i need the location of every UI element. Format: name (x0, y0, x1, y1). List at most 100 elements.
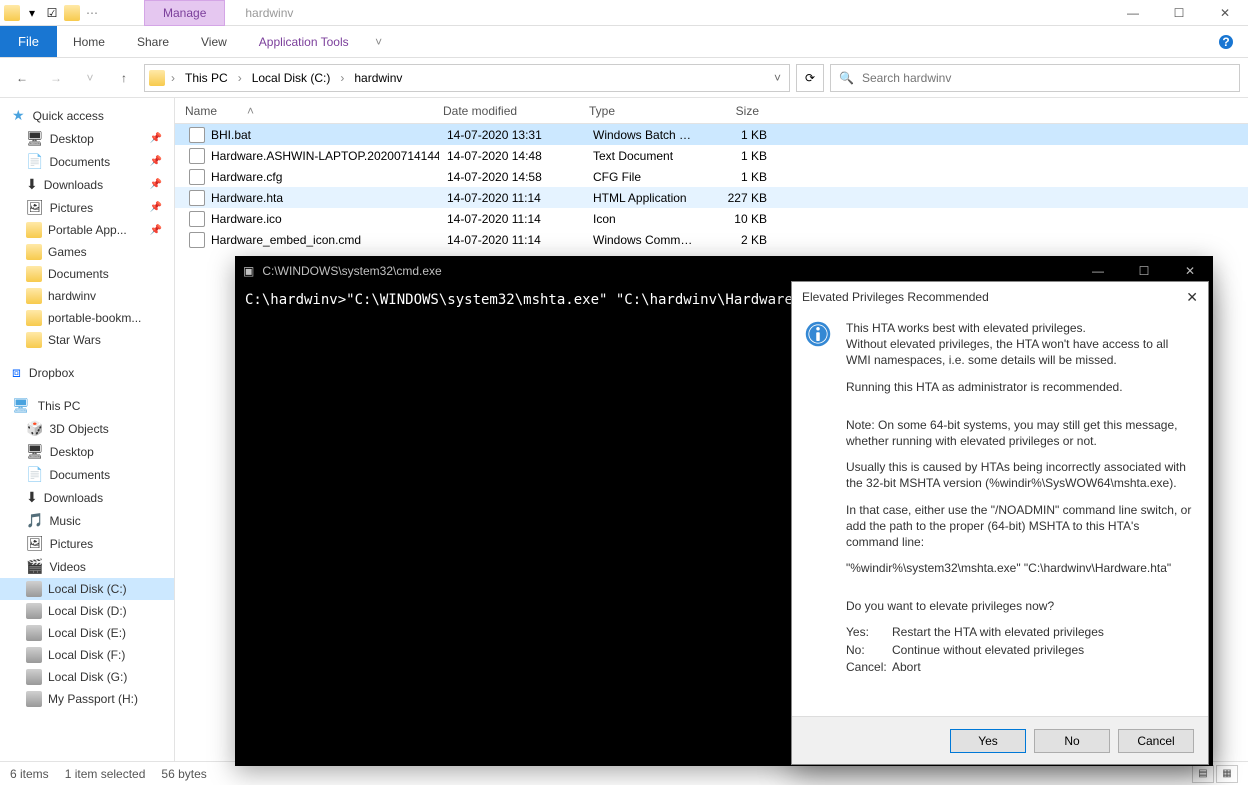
up-button[interactable]: ↑ (110, 64, 138, 92)
window-title: hardwinv (225, 6, 313, 20)
dialog-title-bar[interactable]: Elevated Privileges Recommended ✕ (792, 282, 1208, 312)
search-box[interactable]: 🔍 (830, 64, 1240, 92)
sidebar-item[interactable]: 🖼Pictures (0, 532, 174, 555)
item-icon: 🎬 (26, 558, 43, 575)
file-icon (189, 169, 205, 185)
drive-icon (26, 691, 42, 707)
minimize-button[interactable]: — (1110, 0, 1156, 26)
back-button[interactable]: ← (8, 64, 36, 92)
file-tab[interactable]: File (0, 26, 57, 57)
item-icon: 📄 (26, 466, 43, 483)
status-bytes: 56 bytes (161, 767, 206, 781)
recent-dropdown-icon[interactable]: ˅ (76, 64, 104, 92)
help-icon[interactable]: ? (1210, 26, 1242, 57)
close-button[interactable]: ✕ (1202, 0, 1248, 26)
tab-home[interactable]: Home (57, 26, 121, 57)
sidebar-item[interactable]: My Passport (H:) (0, 688, 174, 710)
star-icon: ★ (12, 107, 25, 124)
refresh-button[interactable]: ⟳ (796, 64, 824, 92)
sidebar-item[interactable]: 🎲3D Objects (0, 417, 174, 440)
folder-icon (26, 310, 42, 326)
pc-icon: 🖥 (12, 397, 30, 414)
column-size[interactable]: Size (699, 104, 769, 118)
dialog-button-row: Yes No Cancel (792, 716, 1208, 764)
breadcrumb[interactable]: › This PC › Local Disk (C:) › hardwinv ˅ (144, 64, 790, 92)
sidebar-item[interactable]: Local Disk (D:) (0, 600, 174, 622)
yes-button[interactable]: Yes (950, 729, 1026, 753)
file-row[interactable]: Hardware.cfg14-07-2020 14:58CFG File1 KB (175, 166, 1248, 187)
folder-icon (149, 70, 165, 86)
column-name[interactable]: Name˄ (175, 104, 433, 118)
view-large-button[interactable]: ▦ (1216, 765, 1238, 783)
status-selected-count: 1 item selected (65, 767, 146, 781)
sidebar-item[interactable]: hardwinv (0, 285, 174, 307)
cmd-title-text: C:\WINDOWS\system32\cmd.exe (262, 264, 441, 278)
tab-share[interactable]: Share (121, 26, 185, 57)
folder-icon (26, 266, 42, 282)
sidebar-item[interactable]: Documents (0, 263, 174, 285)
file-row[interactable]: Hardware_embed_icon.cmd14-07-2020 11:14W… (175, 229, 1248, 250)
column-headers[interactable]: Name˄ Date modified Type Size (175, 98, 1248, 124)
cancel-button[interactable]: Cancel (1118, 729, 1194, 753)
tab-application-tools[interactable]: Application Tools (243, 26, 365, 57)
file-row[interactable]: Hardware.ASHWIN-LAPTOP.20200714144...14-… (175, 145, 1248, 166)
breadcrumb-segment[interactable]: Local Disk (C:) (248, 71, 335, 85)
column-type[interactable]: Type (579, 104, 699, 118)
navigation-pane[interactable]: ★Quick access 🖥Desktop📌📄Documents📌⬇Downl… (0, 98, 175, 761)
file-icon (189, 190, 205, 206)
qat-properties-icon[interactable]: ☑ (44, 5, 60, 21)
sidebar-item[interactable]: Local Disk (F:) (0, 644, 174, 666)
sidebar-item[interactable]: Local Disk (E:) (0, 622, 174, 644)
sidebar-item[interactable]: 🖥Desktop (0, 440, 174, 463)
sidebar-quick-access[interactable]: ★Quick access (0, 104, 174, 127)
forward-button[interactable]: → (42, 64, 70, 92)
address-bar-row: ← → ˅ ↑ › This PC › Local Disk (C:) › ha… (0, 58, 1248, 98)
ribbon-context-tab[interactable]: Manage (144, 0, 225, 26)
chevron-right-icon[interactable]: › (336, 71, 348, 85)
sidebar-item[interactable]: 📄Documents (0, 463, 174, 486)
column-date[interactable]: Date modified (433, 104, 579, 118)
ribbon-expand-icon[interactable]: ˅ (365, 26, 393, 57)
qat-overflow-icon[interactable]: ⋯ (84, 5, 100, 21)
sidebar-item[interactable]: Local Disk (C:) (0, 578, 174, 600)
maximize-button[interactable]: ☐ (1156, 0, 1202, 26)
chevron-right-icon[interactable]: › (167, 71, 179, 85)
sidebar-item[interactable]: 📄Documents📌 (0, 150, 174, 173)
sidebar-item[interactable]: ⬇Downloads (0, 486, 174, 509)
sidebar-dropbox[interactable]: ⧈Dropbox (0, 361, 174, 384)
breadcrumb-segment[interactable]: hardwinv (350, 71, 406, 85)
address-dropdown-icon[interactable]: ˅ (770, 71, 785, 85)
status-item-count: 6 items (10, 767, 49, 781)
item-icon: 🎲 (26, 420, 43, 437)
search-input[interactable] (862, 71, 1231, 85)
cmd-icon: ▣ (243, 264, 254, 278)
sidebar-item[interactable]: portable-bookm... (0, 307, 174, 329)
dialog-body-text: This HTA works best with elevated privil… (846, 320, 1194, 708)
chevron-right-icon[interactable]: › (234, 71, 246, 85)
folder-icon (26, 244, 42, 260)
sidebar-item[interactable]: ⬇Downloads📌 (0, 173, 174, 196)
sidebar-item[interactable]: 🎵Music (0, 509, 174, 532)
file-row[interactable]: BHI.bat14-07-2020 13:31Windows Batch Fil… (175, 124, 1248, 145)
drive-icon (26, 647, 42, 663)
breadcrumb-segment[interactable]: This PC (181, 71, 232, 85)
sidebar-item[interactable]: Portable App...📌 (0, 219, 174, 241)
sidebar-this-pc[interactable]: 🖥This PC (0, 394, 174, 417)
sidebar-item[interactable]: Games (0, 241, 174, 263)
item-icon: ⬇ (26, 489, 38, 506)
item-icon: 📄 (26, 153, 43, 170)
folder-icon[interactable] (64, 5, 80, 21)
tab-view[interactable]: View (185, 26, 243, 57)
qat-dropdown-icon[interactable]: ▾ (24, 5, 40, 21)
file-row[interactable]: Hardware.hta14-07-2020 11:14HTML Applica… (175, 187, 1248, 208)
sidebar-item[interactable]: Local Disk (G:) (0, 666, 174, 688)
sidebar-item[interactable]: 🎬Videos (0, 555, 174, 578)
view-details-button[interactable]: ▤ (1192, 765, 1214, 783)
sidebar-item[interactable]: 🖥Desktop📌 (0, 127, 174, 150)
sidebar-item[interactable]: Star Wars (0, 329, 174, 351)
file-row[interactable]: Hardware.ico14-07-2020 11:14Icon10 KB (175, 208, 1248, 229)
sidebar-item[interactable]: 🖼Pictures📌 (0, 196, 174, 219)
folder-icon[interactable] (4, 5, 20, 21)
no-button[interactable]: No (1034, 729, 1110, 753)
close-icon[interactable]: ✕ (1186, 289, 1198, 306)
